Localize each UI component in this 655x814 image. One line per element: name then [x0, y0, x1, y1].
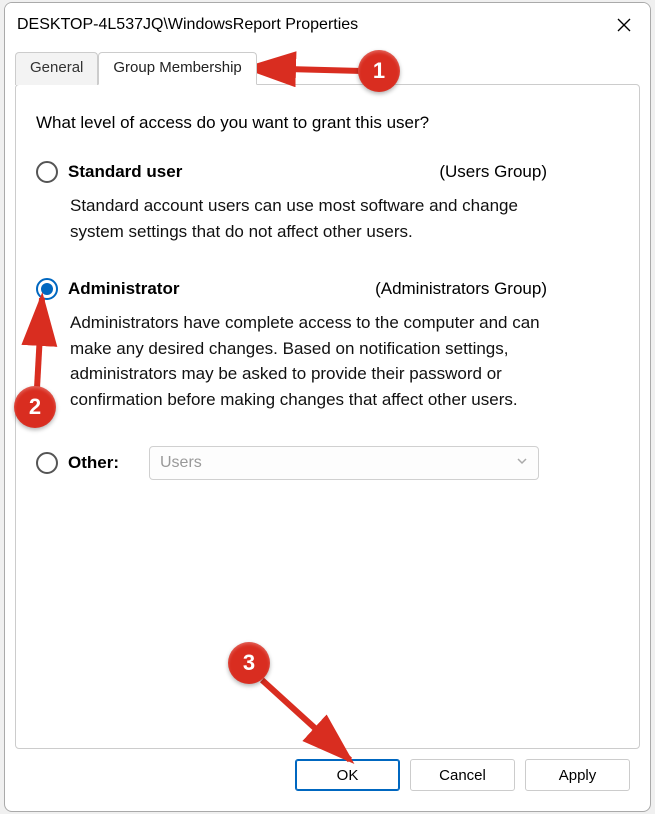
- other-group-dropdown[interactable]: Users: [149, 446, 539, 480]
- radio-administrator[interactable]: [36, 278, 58, 300]
- close-button[interactable]: [610, 11, 638, 39]
- option-other: Other: Users: [36, 446, 619, 480]
- tab-general[interactable]: General: [15, 52, 98, 85]
- standard-user-description: Standard account users can use most soft…: [70, 193, 619, 244]
- ok-button[interactable]: OK: [295, 759, 400, 791]
- access-question: What level of access do you want to gran…: [36, 113, 619, 133]
- option-administrator: Administrator (Administrators Group) Adm…: [36, 278, 619, 412]
- window-title: DESKTOP-4L537JQ\WindowsReport Properties: [17, 16, 358, 34]
- close-icon: [616, 17, 632, 33]
- administrator-description: Administrators have complete access to t…: [70, 310, 619, 412]
- properties-dialog: DESKTOP-4L537JQ\WindowsReport Properties…: [4, 2, 651, 812]
- cancel-button[interactable]: Cancel: [410, 759, 515, 791]
- tab-group-membership[interactable]: Group Membership: [98, 52, 256, 85]
- tab-bar: General Group Membership: [15, 51, 640, 84]
- standard-user-label: Standard user: [68, 162, 182, 182]
- button-bar: OK Cancel Apply: [15, 749, 640, 801]
- titlebar: DESKTOP-4L537JQ\WindowsReport Properties: [5, 3, 650, 45]
- dropdown-value: Users: [160, 454, 202, 472]
- option-standard-user: Standard user (Users Group) Standard acc…: [36, 161, 619, 244]
- dialog-body: General Group Membership What level of a…: [5, 45, 650, 811]
- option-standard-header[interactable]: Standard user (Users Group): [36, 161, 619, 183]
- standard-user-group: (Users Group): [439, 162, 619, 182]
- chevron-down-icon: [516, 454, 528, 472]
- radio-standard-user[interactable]: [36, 161, 58, 183]
- radio-other[interactable]: [36, 452, 58, 474]
- administrator-group: (Administrators Group): [375, 279, 619, 299]
- other-label: Other:: [68, 453, 119, 473]
- apply-button[interactable]: Apply: [525, 759, 630, 791]
- option-admin-header[interactable]: Administrator (Administrators Group): [36, 278, 619, 300]
- tab-panel: What level of access do you want to gran…: [15, 84, 640, 749]
- administrator-label: Administrator: [68, 279, 179, 299]
